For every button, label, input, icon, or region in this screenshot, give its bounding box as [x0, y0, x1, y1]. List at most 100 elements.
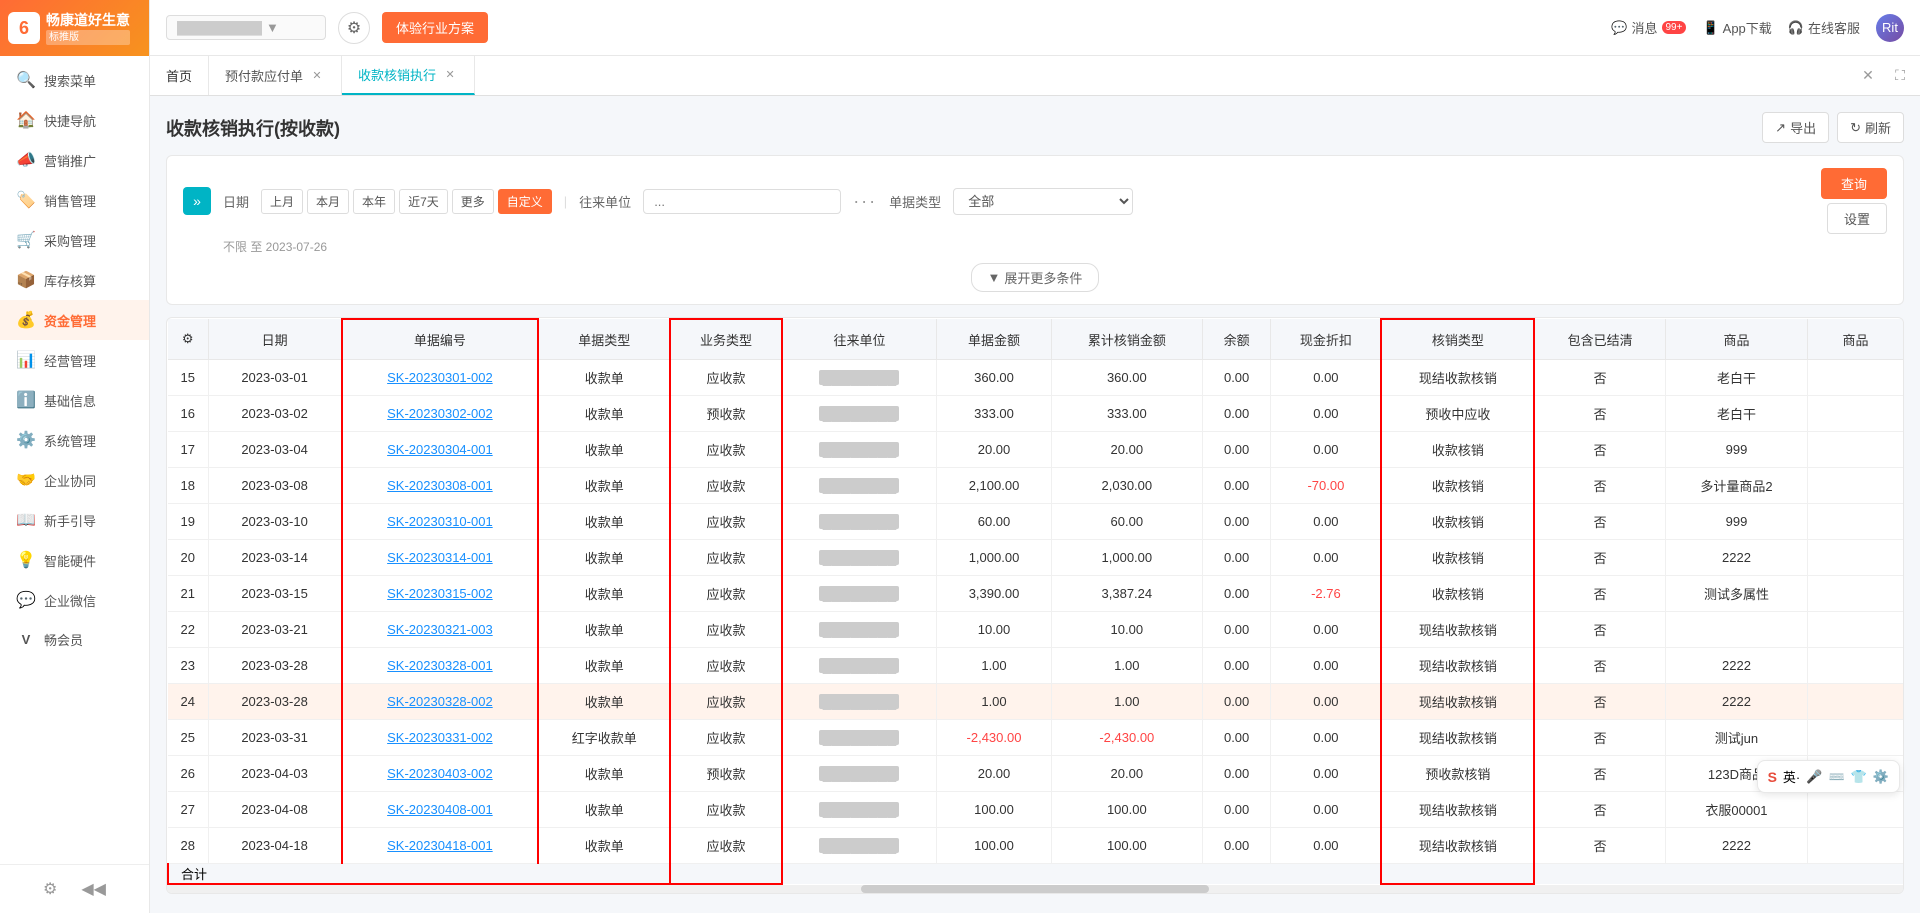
sidebar-item-search[interactable]: 🔍 搜索菜单	[0, 60, 149, 100]
export-icon: ↗	[1775, 120, 1786, 136]
maximize-tab-btn[interactable]: ⛶	[1888, 64, 1912, 88]
sidebar-item-hardware[interactable]: 💡 智能硬件	[0, 540, 149, 580]
export-btn[interactable]: ↗ 导出	[1762, 112, 1829, 143]
cell-doc-type: 收款单	[538, 432, 670, 468]
filter-bar: » 日期 上月 本月 本年 近7天 更多 自定义 | 往来单位 ··· 单据类型…	[166, 155, 1904, 305]
tab-home[interactable]: 首页	[150, 56, 209, 95]
sidebar-item-member[interactable]: V 畅会员	[0, 620, 149, 659]
logo-text: 畅康道好生意 标推版	[46, 11, 130, 44]
cell-doc-type: 收款单	[538, 468, 670, 504]
sidebar-item-finance[interactable]: 💰 资金管理	[0, 300, 149, 340]
expand-label: 展开更多条件	[1004, 268, 1082, 287]
org-selector[interactable]: ██████████ ▼	[166, 15, 326, 40]
refresh-btn[interactable]: ↻ 刷新	[1837, 112, 1904, 143]
sidebar-item-label: 采购管理	[44, 231, 96, 250]
sidebar-item-ops[interactable]: 📊 经营管理	[0, 340, 149, 380]
cell-balance: 0.00	[1202, 792, 1270, 828]
sidebar-item-wechat[interactable]: 💬 企业微信	[0, 580, 149, 620]
tab-prepay[interactable]: 预付款应付单 ✕	[209, 56, 342, 95]
sidebar-item-system[interactable]: ⚙️ 系统管理	[0, 420, 149, 460]
app-download-btn[interactable]: 📱 App下载	[1702, 18, 1771, 37]
cell-cash-discount: 0.00	[1271, 612, 1382, 648]
cell-date: 2023-03-02	[208, 396, 342, 432]
shirt-icon[interactable]: 👕	[1851, 769, 1867, 785]
sidebar-item-corp[interactable]: 🤝 企业协同	[0, 460, 149, 500]
summary-cum-amount	[1051, 864, 1202, 885]
mic-icon[interactable]: 🎤	[1806, 769, 1822, 785]
cell-cum-amount: 60.00	[1051, 504, 1202, 540]
cell-doc-amount: 10.00	[937, 612, 1051, 648]
cell-date: 2023-04-03	[208, 756, 342, 792]
cell-doc-type: 收款单	[538, 360, 670, 396]
doc-type-select[interactable]: 全部 收款单 红字收款单	[953, 188, 1133, 215]
query-btn[interactable]: 查询	[1821, 168, 1887, 199]
cell-idx: 22	[168, 612, 208, 648]
industry-btn[interactable]: 体验行业方案	[382, 12, 488, 43]
cell-include-settled: 否	[1534, 360, 1665, 396]
partner-input[interactable]	[643, 189, 841, 214]
guide-icon: 📖	[16, 510, 36, 530]
th-cancel-type: 核销类型	[1381, 319, 1534, 360]
cell-cum-amount: 3,387.24	[1051, 576, 1202, 612]
phone-icon: 📱	[1702, 20, 1718, 36]
table-scroll[interactable]: ⚙ 日期 单据编号 单据类型 业务类型 往来单位 单据金额 累计核销金额 余额 …	[167, 318, 1903, 885]
tab-collection[interactable]: 收款核销执行 ✕	[342, 56, 475, 95]
gear-button[interactable]: ⚙	[338, 12, 370, 44]
cell-balance: 0.00	[1202, 612, 1270, 648]
cell-biz-type: 应收款	[670, 504, 781, 540]
cell-cash-discount: 0.00	[1271, 792, 1382, 828]
cell-biz-type: 预收款	[670, 756, 781, 792]
sidebar-item-basic[interactable]: ℹ️ 基础信息	[0, 380, 149, 420]
messages-btn[interactable]: 💬 消息 99+	[1611, 18, 1686, 37]
sidebar-item-sales[interactable]: 🏷️ 销售管理	[0, 180, 149, 220]
settings-bottom-btn[interactable]: ⚙	[33, 873, 67, 905]
basic-icon: ℹ️	[16, 390, 36, 410]
sidebar-item-purchase[interactable]: 🛒 采购管理	[0, 220, 149, 260]
user-avatar[interactable]: Rit	[1876, 14, 1904, 42]
cell-date: 2023-03-04	[208, 432, 342, 468]
table-row: 22 2023-03-21 SK-20230321-003 收款单 应收款 ██…	[168, 612, 1903, 648]
collapse-btn[interactable]: ◀◀	[71, 873, 116, 905]
cell-partner: ████████	[782, 828, 937, 864]
cell-idx: 20	[168, 540, 208, 576]
table-row: 19 2023-03-10 SK-20230310-001 收款单 应收款 ██…	[168, 504, 1903, 540]
tab-prepay-close[interactable]: ✕	[309, 68, 325, 84]
cell-idx: 25	[168, 720, 208, 756]
th-biz-type: 业务类型	[670, 319, 781, 360]
horizontal-scrollbar[interactable]	[167, 885, 1903, 893]
sidebar-item-marketing[interactable]: 📣 营销推广	[0, 140, 149, 180]
cell-doc-type: 收款单	[538, 792, 670, 828]
sidebar-item-guide[interactable]: 📖 新手引导	[0, 500, 149, 540]
cell-doc-type: 收款单	[538, 828, 670, 864]
tab-collection-close[interactable]: ✕	[442, 67, 458, 83]
cell-include-settled: 否	[1534, 684, 1665, 720]
last-month-btn[interactable]: 上月	[261, 189, 303, 214]
cell-partner: ████████	[782, 396, 937, 432]
last-7-btn[interactable]: 近7天	[399, 189, 448, 214]
more-icon[interactable]: ⚙️	[1873, 769, 1889, 785]
sidebar-item-inventory[interactable]: 📦 库存核算	[0, 260, 149, 300]
cell-doc-type: 收款单	[538, 396, 670, 432]
this-year-btn[interactable]: 本年	[353, 189, 395, 214]
online-service-btn[interactable]: 🎧 在线客服	[1788, 18, 1860, 37]
expand-btn[interactable]: ▼ 展开更多条件	[971, 263, 1100, 292]
settings-btn[interactable]: 设置	[1827, 203, 1887, 234]
brand-s-icon: S	[1768, 769, 1777, 785]
this-month-btn[interactable]: 本月	[307, 189, 349, 214]
cell-goods2	[1807, 432, 1903, 468]
close-tab-btn[interactable]: ✕	[1856, 64, 1880, 88]
cell-cum-amount: 1,000.00	[1051, 540, 1202, 576]
cell-include-settled: 否	[1534, 612, 1665, 648]
more-btn[interactable]: 更多	[452, 189, 494, 214]
filter-collapse-btn[interactable]: »	[183, 187, 211, 215]
cell-cum-amount: 100.00	[1051, 792, 1202, 828]
cell-date: 2023-03-31	[208, 720, 342, 756]
sidebar-item-label: 搜索菜单	[44, 71, 96, 90]
th-partner: 往来单位	[782, 319, 937, 360]
member-icon: V	[16, 632, 36, 647]
custom-btn[interactable]: 自定义	[498, 189, 552, 214]
keyboard-icon[interactable]: ⌨️	[1828, 769, 1844, 785]
topbar-right: 💬 消息 99+ 📱 App下载 🎧 在线客服 Rit	[1611, 14, 1904, 42]
cell-doc-no: SK-20230314-001	[342, 540, 539, 576]
sidebar-item-quicknav[interactable]: 🏠 快捷导航	[0, 100, 149, 140]
